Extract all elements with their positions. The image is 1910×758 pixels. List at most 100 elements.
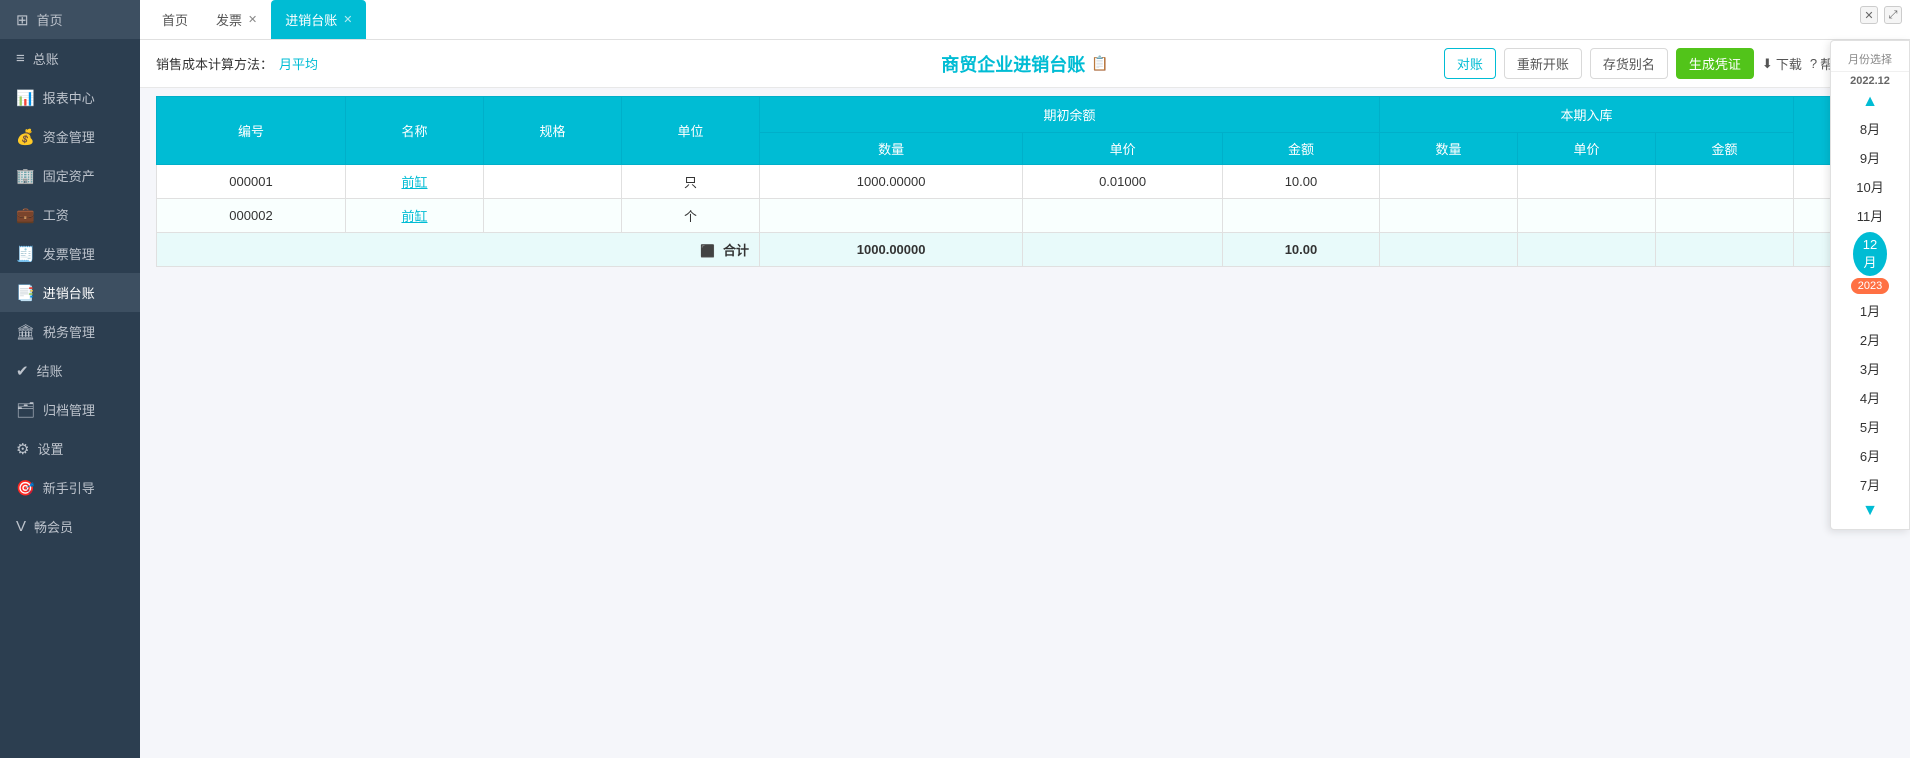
- archive-icon: 🗂: [16, 401, 35, 419]
- sidebar-item-reports[interactable]: 📊 报表中心: [0, 78, 140, 117]
- close-invoice-tab[interactable]: ✕: [248, 13, 257, 26]
- year-2023-badge: 2023: [1851, 278, 1889, 294]
- year-2022-label: 2022.12: [1831, 72, 1909, 90]
- month-3[interactable]: 3月: [1831, 354, 1909, 383]
- month-11[interactable]: 11月: [1831, 201, 1909, 230]
- sub-qc-qty: 数量: [760, 133, 1023, 165]
- cell-qc-qty: [760, 199, 1023, 233]
- month-next-button[interactable]: ▼: [1831, 499, 1909, 523]
- month-panel: 月份选择 2022.12 ▲ 8月 9月 10月 11月 12月 2023 1月…: [1830, 40, 1910, 530]
- reopen-button[interactable]: 重新开账: [1504, 48, 1582, 79]
- duizhang-button[interactable]: 对账: [1444, 48, 1496, 79]
- tab-jinxiao[interactable]: 进销台账 ✕: [271, 0, 366, 39]
- close-jinxiao-tab[interactable]: ✕: [343, 13, 352, 26]
- cell-rk-price: [1518, 165, 1656, 199]
- toolbar: 销售成本计算方法： 月平均 商贸企业进销台账 📋 对账 重新开账 存货别名 生成…: [140, 40, 1910, 88]
- tab-invoice[interactable]: 发票 ✕: [202, 0, 271, 39]
- salary-icon: 💼: [16, 206, 35, 224]
- download-button[interactable]: ⬇ 下载: [1762, 54, 1802, 73]
- sidebar-item-ledger[interactable]: ≡ 总账: [0, 39, 140, 78]
- cell-spec: [484, 165, 622, 199]
- sidebar-item-checkout[interactable]: ✔ 结账: [0, 351, 140, 390]
- ledger-icon: ≡: [16, 50, 25, 67]
- cell-id: 000002: [157, 199, 346, 233]
- month-6[interactable]: 6月: [1831, 441, 1909, 470]
- cell-rk-qty: [1380, 199, 1518, 233]
- sidebar-item-settings[interactable]: ⚙ 设置: [0, 429, 140, 468]
- month-10[interactable]: 10月: [1831, 172, 1909, 201]
- jinxiao-icon: 📑: [16, 284, 35, 302]
- cell-name: 前缸: [346, 165, 484, 199]
- total-icon: ⬛: [700, 244, 715, 258]
- total-row: ⬛ 合计 1000.00000 10.00: [157, 233, 1894, 267]
- settings-icon: ⚙: [16, 440, 29, 458]
- generate-button[interactable]: 生成凭证: [1676, 48, 1754, 79]
- home-icon: ⊞: [16, 11, 29, 29]
- sidebar-item-invoice-mgmt[interactable]: 🧾 发票管理: [0, 234, 140, 273]
- save-alias-button[interactable]: 存货别名: [1590, 48, 1668, 79]
- sidebar-item-funds[interactable]: 💰 资金管理: [0, 117, 140, 156]
- sidebar-item-home[interactable]: ⊞ 首页: [0, 0, 140, 39]
- total-rk-qty: [1380, 233, 1518, 267]
- maximize-button[interactable]: ⤢: [1884, 6, 1902, 24]
- guide-icon: 🎯: [16, 479, 35, 497]
- assets-icon: 🏢: [16, 167, 35, 185]
- month-prev-button[interactable]: ▲: [1831, 90, 1909, 114]
- tab-home[interactable]: 首页: [148, 0, 202, 39]
- checkout-icon: ✔: [16, 362, 29, 380]
- month-4[interactable]: 4月: [1831, 383, 1909, 412]
- total-qc-amount: 10.00: [1222, 233, 1379, 267]
- month-9[interactable]: 9月: [1831, 143, 1909, 172]
- cost-method: 销售成本计算方法： 月平均: [156, 54, 318, 73]
- sidebar-item-archive[interactable]: 🗂 归档管理: [0, 390, 140, 429]
- sub-qc-price: 单价: [1023, 133, 1223, 165]
- sub-rk-price: 单价: [1518, 133, 1656, 165]
- month-12[interactable]: 12月: [1853, 232, 1887, 276]
- close-button[interactable]: ✕: [1860, 6, 1878, 24]
- month-1[interactable]: 1月: [1831, 296, 1909, 325]
- cell-id: 000001: [157, 165, 346, 199]
- sidebar-item-assets[interactable]: 🏢 固定资产: [0, 156, 140, 195]
- cell-qc-qty: 1000.00000: [760, 165, 1023, 199]
- total-label: ⬛ 合计: [157, 233, 760, 267]
- month-7[interactable]: 7月: [1831, 470, 1909, 499]
- tab-bar: 首页 发票 ✕ 进销台账 ✕: [140, 0, 1910, 40]
- cell-qc-amount: [1222, 199, 1379, 233]
- cell-name: 前缸: [346, 199, 484, 233]
- table-row: 000001 前缸 只 1000.00000 0.01000 10.00: [157, 165, 1894, 199]
- title-icon: 📋: [1091, 55, 1108, 72]
- cell-qc-price: [1023, 199, 1223, 233]
- cell-rk-qty: [1380, 165, 1518, 199]
- main-area: ✕ ⤢ 首页 发票 ✕ 进销台账 ✕ 销售成本计算方法： 月平均 商贸企业进销台…: [140, 0, 1910, 758]
- invoice-icon: 🧾: [16, 245, 35, 263]
- sub-rk-qty: 数量: [1380, 133, 1518, 165]
- sidebar-item-salary[interactable]: 💼 工资: [0, 195, 140, 234]
- sidebar: ⊞ 首页 ≡ 总账 📊 报表中心 💰 资金管理 🏢 固定资产 💼 工资 🧾 发票…: [0, 0, 140, 758]
- cell-rk-amount: [1656, 199, 1794, 233]
- sidebar-item-guide[interactable]: 🎯 新手引导: [0, 468, 140, 507]
- group-bqrk-header: 本期入库: [1380, 97, 1794, 133]
- reports-icon: 📊: [16, 89, 35, 107]
- total-qc-price: [1023, 233, 1223, 267]
- help-icon: ?: [1810, 56, 1817, 71]
- cell-rk-amount: [1656, 165, 1794, 199]
- month-8[interactable]: 8月: [1831, 114, 1909, 143]
- cell-spec: [484, 199, 622, 233]
- sidebar-item-vip[interactable]: V 畅会员: [0, 507, 140, 546]
- window-controls: ✕ ⤢: [1860, 6, 1902, 24]
- funds-icon: 💰: [16, 128, 35, 146]
- sidebar-item-tax[interactable]: 🏛 税务管理: [0, 312, 140, 351]
- cell-unit: 只: [622, 165, 760, 199]
- month-5[interactable]: 5月: [1831, 412, 1909, 441]
- col-id-header: 编号: [157, 97, 346, 165]
- col-spec-header: 规格: [484, 97, 622, 165]
- sub-rk-amount: 金额: [1656, 133, 1794, 165]
- cell-rk-price: [1518, 199, 1656, 233]
- tax-icon: 🏛: [16, 323, 35, 341]
- sidebar-item-jinxiao[interactable]: 📑 进销台账: [0, 273, 140, 312]
- month-2[interactable]: 2月: [1831, 325, 1909, 354]
- col-name-header: 名称: [346, 97, 484, 165]
- cell-unit: 个: [622, 199, 760, 233]
- month-panel-title: 月份选择: [1831, 47, 1909, 72]
- page-title: 商贸企业进销台账 📋: [941, 51, 1108, 77]
